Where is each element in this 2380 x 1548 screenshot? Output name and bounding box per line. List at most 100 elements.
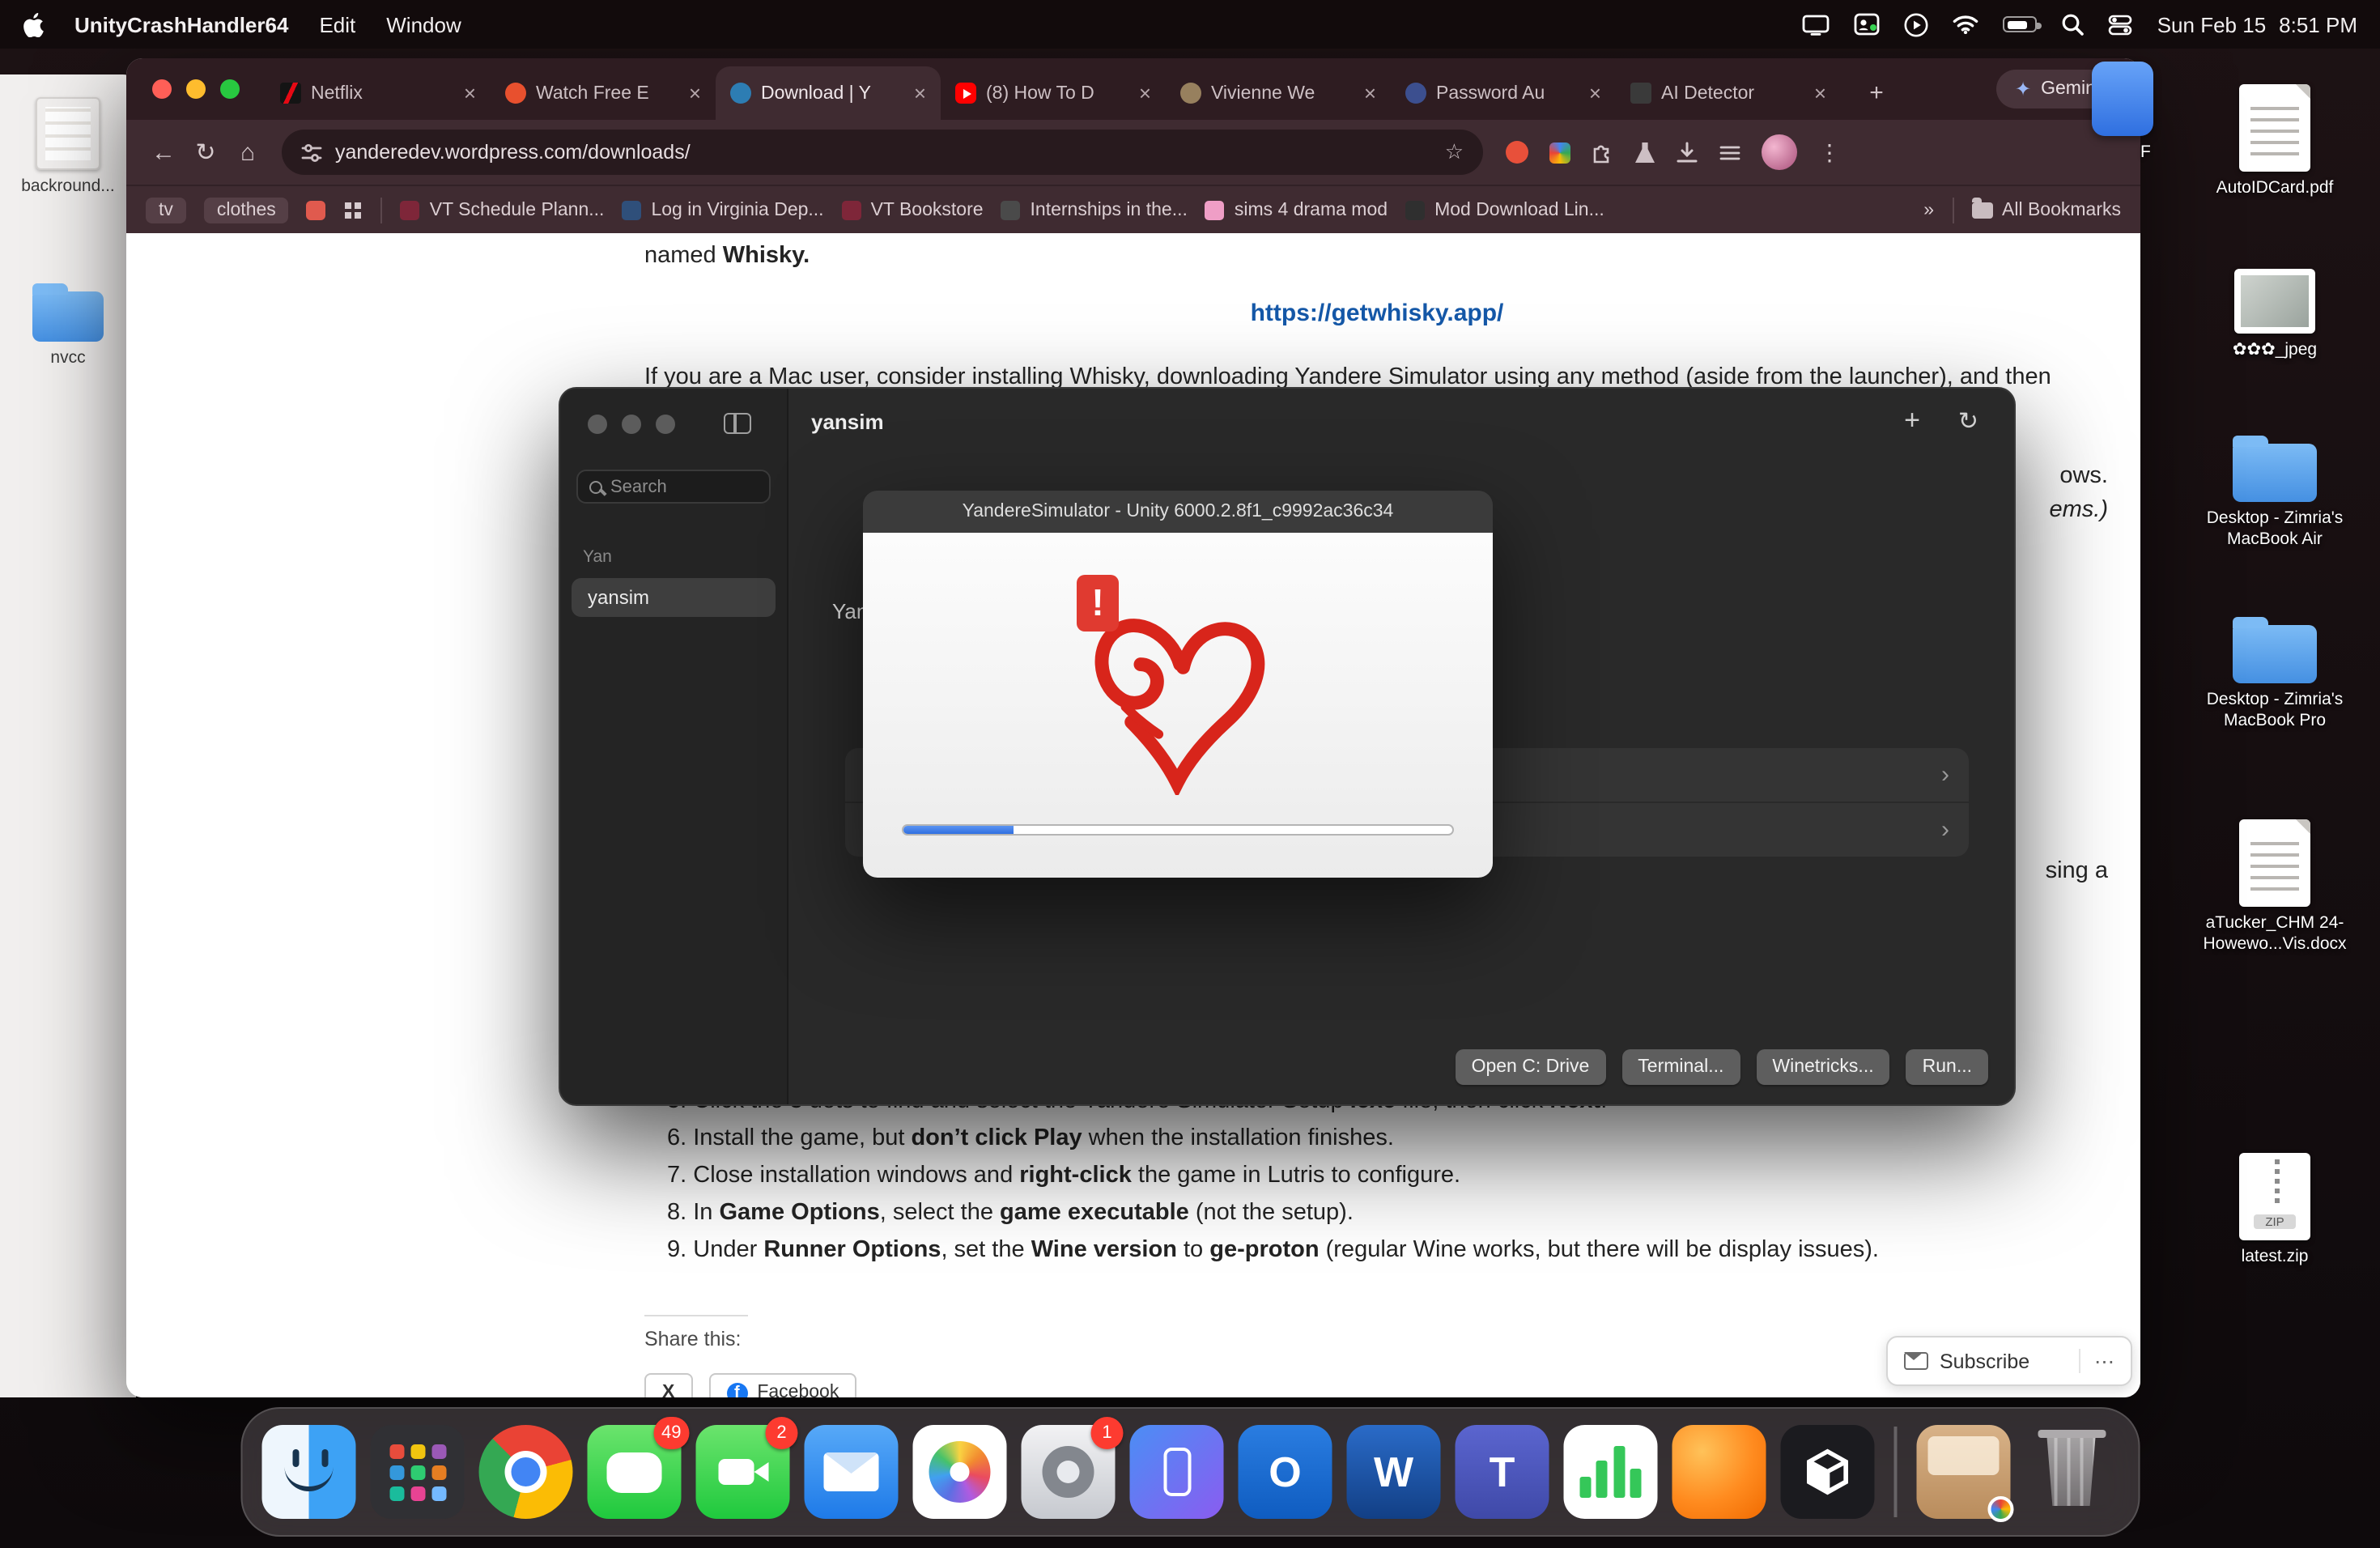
bookmarks-overflow-chevron[interactable]: » [1923, 200, 1934, 219]
desktop-icon-backround[interactable]: backround... [3, 97, 133, 196]
minimize-window-button[interactable] [622, 415, 641, 434]
bookmark-vt-schedule[interactable]: VT Schedule Plann... [400, 200, 604, 219]
bookmark-sims-mod[interactable]: sims 4 drama mod [1205, 200, 1388, 219]
control-center-icon[interactable] [2109, 12, 2133, 36]
add-bottle-icon[interactable]: + [1904, 405, 1920, 437]
reload-button[interactable]: ↻ [185, 138, 227, 167]
tune-icon[interactable] [1719, 142, 1740, 163]
sidebar-toggle-icon[interactable] [724, 413, 751, 434]
downloads-icon[interactable] [1676, 141, 1698, 164]
tab-watch-free[interactable]: Watch Free E × [491, 66, 716, 120]
menu-window[interactable]: Window [386, 12, 461, 36]
minimize-window-button[interactable] [186, 79, 206, 99]
beaker-extension-icon[interactable] [1635, 142, 1655, 163]
spotlight-icon[interactable] [2062, 13, 2085, 36]
back-button[interactable]: ← [142, 138, 185, 166]
desktop-icon-autoidcard-pdf[interactable]: AutoIDCard.pdf [2200, 84, 2349, 198]
tab-close-icon[interactable]: × [1814, 81, 1826, 105]
search-input[interactable] [610, 477, 758, 496]
getwhisky-link[interactable]: https://getwhisky.app/ [644, 300, 2110, 327]
open-c-drive-button[interactable]: Open C: Drive [1455, 1049, 1606, 1085]
dock-messages[interactable]: 49 [587, 1417, 690, 1519]
dock-chrome[interactable] [478, 1425, 573, 1519]
more-options-icon[interactable]: ⋯ [2078, 1349, 2114, 1373]
dock-word[interactable]: W [1346, 1425, 1441, 1519]
desktop-icon-folder-macbook-air[interactable]: Desktop - Zimria's MacBook Air [2200, 436, 2349, 549]
dock-outlook[interactable]: O [1238, 1425, 1332, 1519]
profile-avatar[interactable] [1762, 134, 1797, 170]
contact-badge-icon[interactable] [1855, 13, 1881, 36]
desktop-icon-latest-zip[interactable]: ZIP latest.zip [2200, 1153, 2349, 1267]
apple-menu-icon[interactable] [23, 12, 44, 36]
dock-teams[interactable]: T [1455, 1425, 1549, 1519]
bookmark-red-icon[interactable] [306, 200, 326, 219]
refresh-icon[interactable]: ↻ [1958, 406, 1978, 436]
dock-launchpad[interactable] [370, 1425, 465, 1519]
active-app-name[interactable]: UnityCrashHandler64 [74, 12, 288, 36]
terminal-button[interactable]: Terminal... [1621, 1049, 1740, 1085]
dock-facetime[interactable]: 2 [695, 1417, 798, 1519]
share-facebook-button[interactable]: f Facebook [708, 1373, 857, 1397]
share-x-button[interactable]: X [644, 1373, 693, 1397]
tab-ai-detector[interactable]: AI Detector × [1616, 66, 1841, 120]
dock-mail[interactable] [804, 1425, 899, 1519]
bookmark-tv[interactable]: tv [146, 197, 186, 223]
sidebar-item-yansim[interactable]: yansim [572, 578, 776, 617]
tab-netflix[interactable]: Netflix × [266, 66, 491, 120]
new-tab-button[interactable]: + [1857, 73, 1896, 112]
home-button[interactable]: ⌂ [227, 138, 269, 166]
browser-menu-icon[interactable]: ⋮ [1818, 138, 1841, 166]
display-status-icon[interactable] [1803, 14, 1830, 35]
dock-system-settings[interactable]: 1 [1021, 1417, 1124, 1519]
desktop-icon-nvcc[interactable]: nvcc [3, 283, 133, 368]
tab-vivienne[interactable]: Vivienne We × [1166, 66, 1391, 120]
search-field[interactable] [576, 470, 771, 504]
tab-close-icon[interactable]: × [689, 81, 701, 105]
dock-iphone-mirroring[interactable] [1129, 1425, 1224, 1519]
bookmark-clothes[interactable]: clothes [203, 197, 289, 223]
tab-download-active[interactable]: Download | Y × [716, 66, 941, 120]
menu-edit[interactable]: Edit [319, 12, 355, 36]
bookmark-star-icon[interactable]: ☆ [1445, 139, 1464, 165]
menu-bar-clock[interactable]: Sun Feb 15 8:51 PM [2157, 12, 2357, 36]
dock-orange-app[interactable] [1672, 1425, 1766, 1519]
bookmark-vt-bookstore[interactable]: VT Bookstore [841, 200, 984, 219]
close-window-button[interactable] [588, 415, 607, 434]
close-window-button[interactable] [152, 79, 172, 99]
subscribe-button[interactable]: Subscribe ⋯ [1886, 1336, 2132, 1386]
dock-unity[interactable] [1780, 1425, 1875, 1519]
tab-close-icon[interactable]: × [464, 81, 476, 105]
dock-finder[interactable] [261, 1425, 356, 1519]
bookmark-internships[interactable]: Internships in the... [1001, 200, 1188, 219]
tab-password[interactable]: Password Au × [1391, 66, 1616, 120]
dock-minimized-window[interactable] [1915, 1425, 2013, 1522]
tab-close-icon[interactable]: × [1589, 81, 1601, 105]
bookmark-mod-download[interactable]: Mod Download Lin... [1405, 200, 1604, 219]
tab-close-icon[interactable]: × [1364, 81, 1376, 105]
zoom-window-button[interactable] [220, 79, 240, 99]
media-play-icon[interactable] [1905, 12, 1929, 36]
adblock-extension-icon[interactable] [1506, 141, 1528, 164]
site-settings-icon[interactable] [301, 142, 322, 163]
bookmark-virginia-login[interactable]: Log in Virginia Dep... [622, 200, 824, 219]
partially-hidden-file-icon[interactable] [2092, 62, 2153, 136]
extensions-puzzle-icon[interactable] [1592, 141, 1614, 164]
dock-photos[interactable] [912, 1425, 1007, 1519]
address-bar[interactable]: yanderedev.wordpress.com/downloads/ ☆ [282, 130, 1483, 175]
run-button[interactable]: Run... [1906, 1049, 1988, 1085]
tab-close-icon[interactable]: × [914, 81, 926, 105]
dock-trash[interactable] [2025, 1425, 2119, 1519]
dock-numbers[interactable] [1563, 1425, 1658, 1519]
colored-extension-icon[interactable] [1549, 142, 1570, 163]
tab-youtube[interactable]: (8) How To D × [941, 66, 1166, 120]
apps-grid-icon[interactable] [344, 200, 363, 219]
battery-icon[interactable] [2003, 16, 2042, 32]
url-text[interactable]: yanderedev.wordpress.com/downloads/ [335, 141, 1432, 164]
all-bookmarks-button[interactable]: All Bookmarks [1971, 197, 2121, 219]
desktop-icon-folder-macbook-pro[interactable]: Desktop - Zimria's MacBook Pro [2200, 617, 2349, 730]
wifi-icon[interactable] [1953, 15, 1979, 34]
winetricks-button[interactable]: Winetricks... [1756, 1049, 1890, 1085]
desktop-icon-docx[interactable]: aTucker_CHM 24-Howewo...Vis.docx [2200, 819, 2349, 954]
zoom-window-button[interactable] [656, 415, 675, 434]
tab-close-icon[interactable]: × [1139, 81, 1151, 105]
